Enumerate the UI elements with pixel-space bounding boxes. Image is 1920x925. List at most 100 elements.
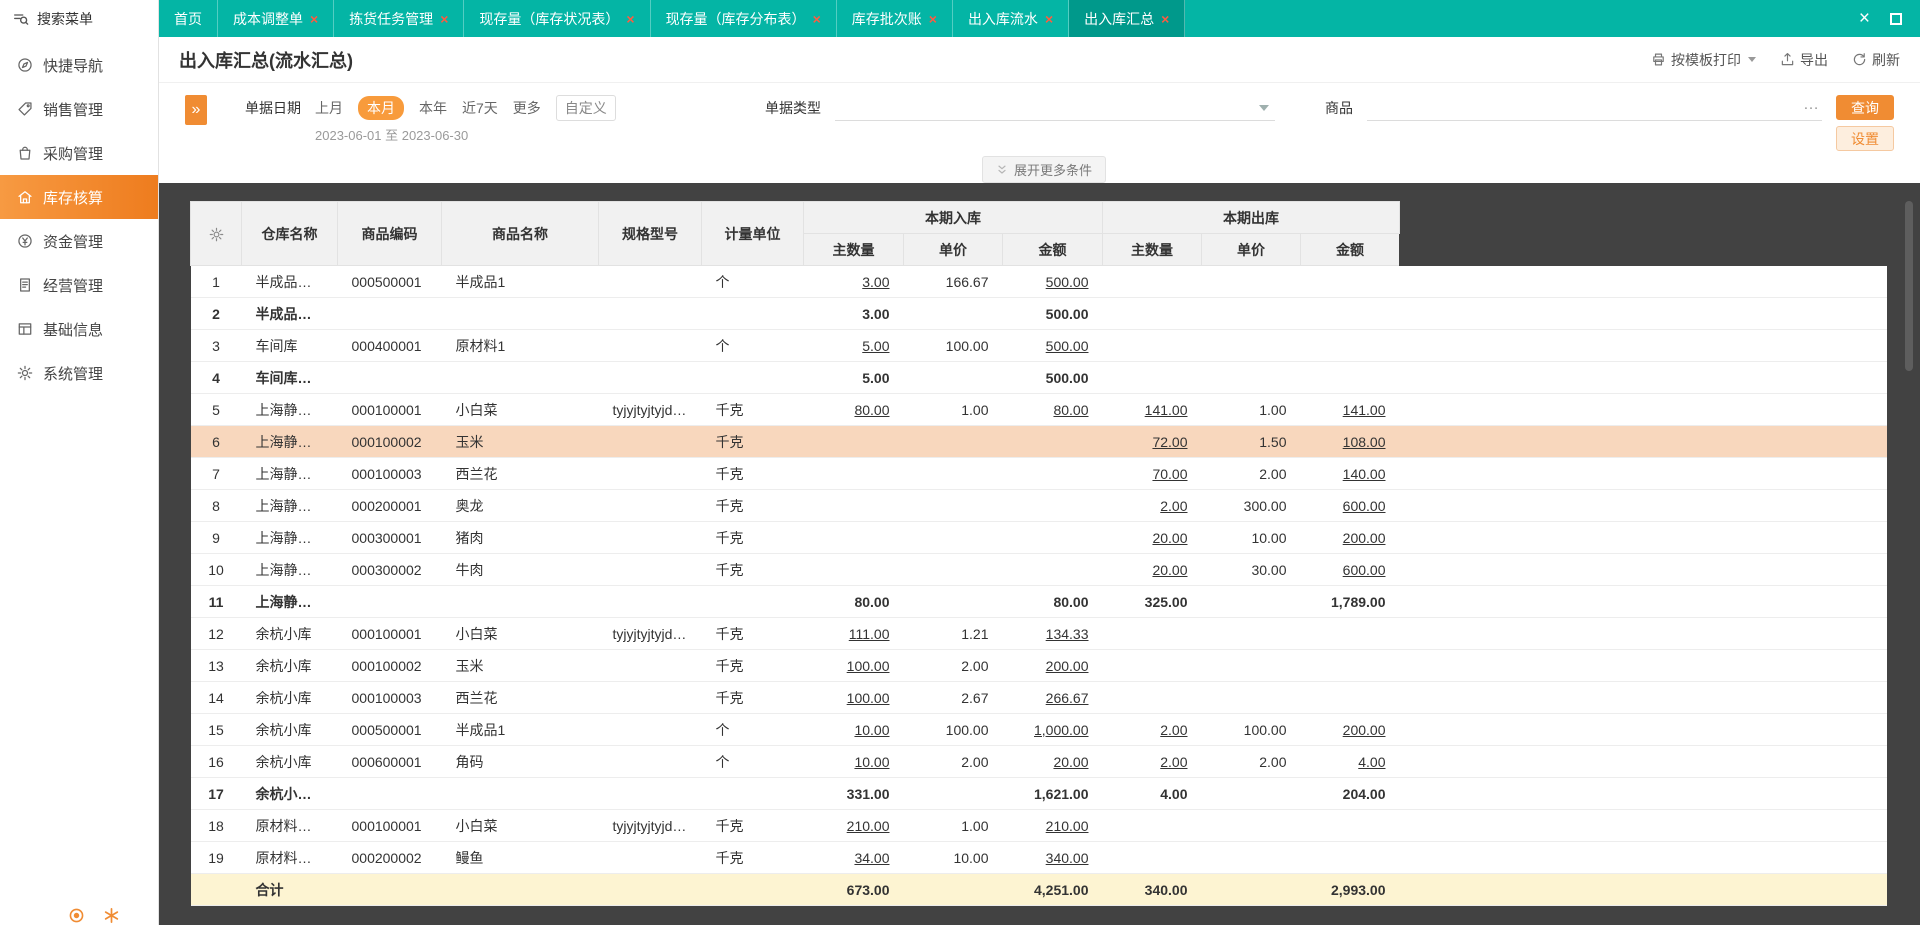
sidebar-item-inventory[interactable]: 库存核算 — [0, 175, 158, 219]
drilldown-link[interactable]: 2.00 — [1160, 498, 1187, 514]
col-header-product-name[interactable]: 商品名称 — [441, 201, 599, 266]
tab-inout-flow[interactable]: 出入库流水 × — [953, 0, 1070, 37]
settings-button[interactable]: 设置 — [1836, 126, 1894, 151]
tab-inout-summary[interactable]: 出入库汇总 × — [1069, 0, 1186, 37]
floating-asterisk-icon[interactable] — [103, 907, 120, 924]
date-option-本年[interactable]: 本年 — [419, 98, 447, 118]
drilldown-link[interactable]: 20.00 — [1053, 754, 1088, 770]
date-range-value[interactable]: 2023-06-01 至 2023-06-30 — [315, 125, 616, 144]
table-row[interactable]: 16 余杭小库 000600001 角码 个 10.00 2.00 20.00 … — [190, 745, 1887, 778]
drilldown-link[interactable]: 108.00 — [1343, 434, 1386, 450]
maximize-icon[interactable] — [1890, 12, 1902, 25]
table-row[interactable]: 3 车间库 000400001 原材料1 个 5.00 100.00 500.0… — [190, 329, 1887, 362]
tab-close-icon[interactable]: × — [310, 11, 318, 27]
drilldown-link[interactable]: 141.00 — [1145, 402, 1188, 418]
doc-type-select[interactable] — [835, 95, 1275, 121]
col-header-unit[interactable]: 计量单位 — [701, 201, 804, 266]
date-option-本月[interactable]: 本月 — [358, 96, 404, 120]
table-row[interactable]: 9 上海静安仓 000300001 猪肉 千克 20.00 10.00 200.… — [190, 521, 1887, 554]
table-row[interactable]: 10 上海静安仓 000300002 牛肉 千克 20.00 30.00 600… — [190, 553, 1887, 586]
drilldown-link[interactable]: 72.00 — [1152, 434, 1187, 450]
drilldown-link[interactable]: 80.00 — [854, 402, 889, 418]
col-header-out-price[interactable]: 单价 — [1201, 233, 1301, 266]
drilldown-link[interactable]: 134.33 — [1046, 626, 1089, 642]
col-header-out-amount[interactable]: 金额 — [1300, 233, 1400, 266]
drilldown-link[interactable]: 10.00 — [854, 722, 889, 738]
drilldown-link[interactable]: 5.00 — [862, 338, 889, 354]
tab-close-icon[interactable]: × — [626, 11, 634, 27]
scrollbar-thumb[interactable] — [1905, 201, 1913, 371]
search-button[interactable]: 查询 — [1836, 95, 1894, 120]
export-button[interactable]: 导出 — [1780, 50, 1828, 70]
drilldown-link[interactable]: 100.00 — [847, 658, 890, 674]
drilldown-link[interactable]: 141.00 — [1343, 402, 1386, 418]
product-input[interactable]: … — [1367, 95, 1822, 121]
table-row[interactable]: 6 上海静安仓 000100002 玉米 千克 72.00 1.50 108.0… — [190, 425, 1887, 458]
drilldown-link[interactable]: 2.00 — [1160, 754, 1187, 770]
sidebar-search-menu[interactable]: 搜索菜单 — [0, 0, 158, 37]
tab-cost-adjustment[interactable]: 成本调整单 × — [218, 0, 335, 37]
sidebar-item-funds[interactable]: 资金管理 — [0, 219, 158, 263]
col-header-in-price[interactable]: 单价 — [903, 233, 1003, 266]
date-option-更多[interactable]: 更多 — [513, 98, 541, 118]
tab-close-icon[interactable]: × — [813, 11, 821, 27]
col-header-spec[interactable]: 规格型号 — [598, 201, 702, 266]
close-window-icon[interactable]: × — [1859, 9, 1870, 28]
table-row[interactable]: 18 原材料仓库 000100001 小白菜 tyjyjtyjtyjdf... … — [190, 809, 1887, 842]
drilldown-link[interactable]: 20.00 — [1152, 562, 1187, 578]
drilldown-link[interactable]: 3.00 — [862, 274, 889, 290]
col-header-product-code[interactable]: 商品编码 — [337, 201, 442, 266]
drilldown-link[interactable]: 2.00 — [1160, 722, 1187, 738]
tab-close-icon[interactable]: × — [1045, 11, 1053, 27]
tab-inventory-batch[interactable]: 库存批次账 × — [837, 0, 953, 37]
drilldown-link[interactable]: 340.00 — [1046, 850, 1089, 866]
sidebar-item-business[interactable]: 经营管理 — [0, 263, 158, 307]
drilldown-link[interactable]: 111.00 — [849, 626, 890, 642]
tab-close-icon[interactable]: × — [929, 11, 937, 27]
table-row[interactable]: 14 余杭小库 000100003 西兰花 千克 100.00 2.67 266… — [190, 681, 1887, 714]
sidebar-item-sales[interactable]: 销售管理 — [0, 87, 158, 131]
sidebar-item-quick-nav[interactable]: 快捷导航 — [0, 43, 158, 87]
tab-close-icon[interactable]: × — [440, 11, 448, 27]
date-option-上月[interactable]: 上月 — [315, 98, 343, 118]
tab-home[interactable]: 首页 — [159, 0, 218, 37]
table-row[interactable]: 2 半成品仓库... 3.00 500.00 — [190, 297, 1887, 330]
drilldown-link[interactable]: 70.00 — [1152, 466, 1187, 482]
drilldown-link[interactable]: 100.00 — [847, 690, 890, 706]
date-option-近7天[interactable]: 近7天 — [462, 98, 498, 118]
sidebar-item-base-info[interactable]: 基础信息 — [0, 307, 158, 351]
drilldown-link[interactable]: 210.00 — [1046, 818, 1089, 834]
tab-stock-distribution[interactable]: 现存量（库存分布表） × — [651, 0, 837, 37]
date-option-自定义[interactable]: 自定义 — [555, 95, 616, 121]
table-row[interactable]: 15 余杭小库 000500001 半成品1 个 10.00 100.00 1,… — [190, 713, 1887, 746]
drilldown-link[interactable]: 1,000.00 — [1034, 722, 1089, 738]
drilldown-link[interactable]: 140.00 — [1343, 466, 1386, 482]
expand-more-button[interactable]: 展开更多条件 — [981, 156, 1107, 183]
drilldown-link[interactable]: 20.00 — [1152, 530, 1187, 546]
table-row[interactable]: 13 余杭小库 000100002 玉米 千克 100.00 2.00 200.… — [190, 649, 1887, 682]
table-row[interactable]: 12 余杭小库 000100001 小白菜 tyjyjtyjtyjdf... 千… — [190, 617, 1887, 650]
col-header-in-qty[interactable]: 主数量 — [803, 233, 904, 266]
vertical-scrollbar[interactable] — [1905, 201, 1913, 891]
tab-picking-task[interactable]: 拣货任务管理 × — [334, 0, 465, 37]
table-row[interactable]: 7 上海静安仓 000100003 西兰花 千克 70.00 2.00 140.… — [190, 457, 1887, 490]
table-row[interactable]: 1 半成品仓库 000500001 半成品1 个 3.00 166.67 500… — [190, 265, 1887, 298]
table-row[interactable]: 合计 673.00 4,251.00 340.00 2,993.00 — [190, 873, 1887, 906]
refresh-button[interactable]: 刷新 — [1852, 50, 1900, 70]
drilldown-link[interactable]: 80.00 — [1053, 402, 1088, 418]
drilldown-link[interactable]: 10.00 — [854, 754, 889, 770]
tab-close-icon[interactable]: × — [1161, 11, 1169, 27]
collapse-filter-button[interactable]: » — [185, 95, 207, 125]
product-picker-button[interactable]: … — [1803, 96, 1820, 114]
drilldown-link[interactable]: 200.00 — [1046, 658, 1089, 674]
table-row[interactable]: 5 上海静安仓 000100001 小白菜 tyjyjtyjtyjdf... 千… — [190, 393, 1887, 426]
drilldown-link[interactable]: 600.00 — [1343, 498, 1386, 514]
col-header-warehouse[interactable]: 仓库名称 — [241, 201, 338, 266]
col-header-in-amount[interactable]: 金额 — [1002, 233, 1103, 266]
sidebar-item-system[interactable]: 系统管理 — [0, 351, 158, 395]
tab-stock-status[interactable]: 现存量（库存状况表） × — [464, 0, 651, 37]
drilldown-link[interactable]: 200.00 — [1343, 722, 1386, 738]
table-row[interactable]: 17 余杭小库【... 331.00 1,621.00 4.00 204.00 — [190, 777, 1887, 810]
drilldown-link[interactable]: 210.00 — [847, 818, 890, 834]
sidebar-item-purchase[interactable]: 采购管理 — [0, 131, 158, 175]
